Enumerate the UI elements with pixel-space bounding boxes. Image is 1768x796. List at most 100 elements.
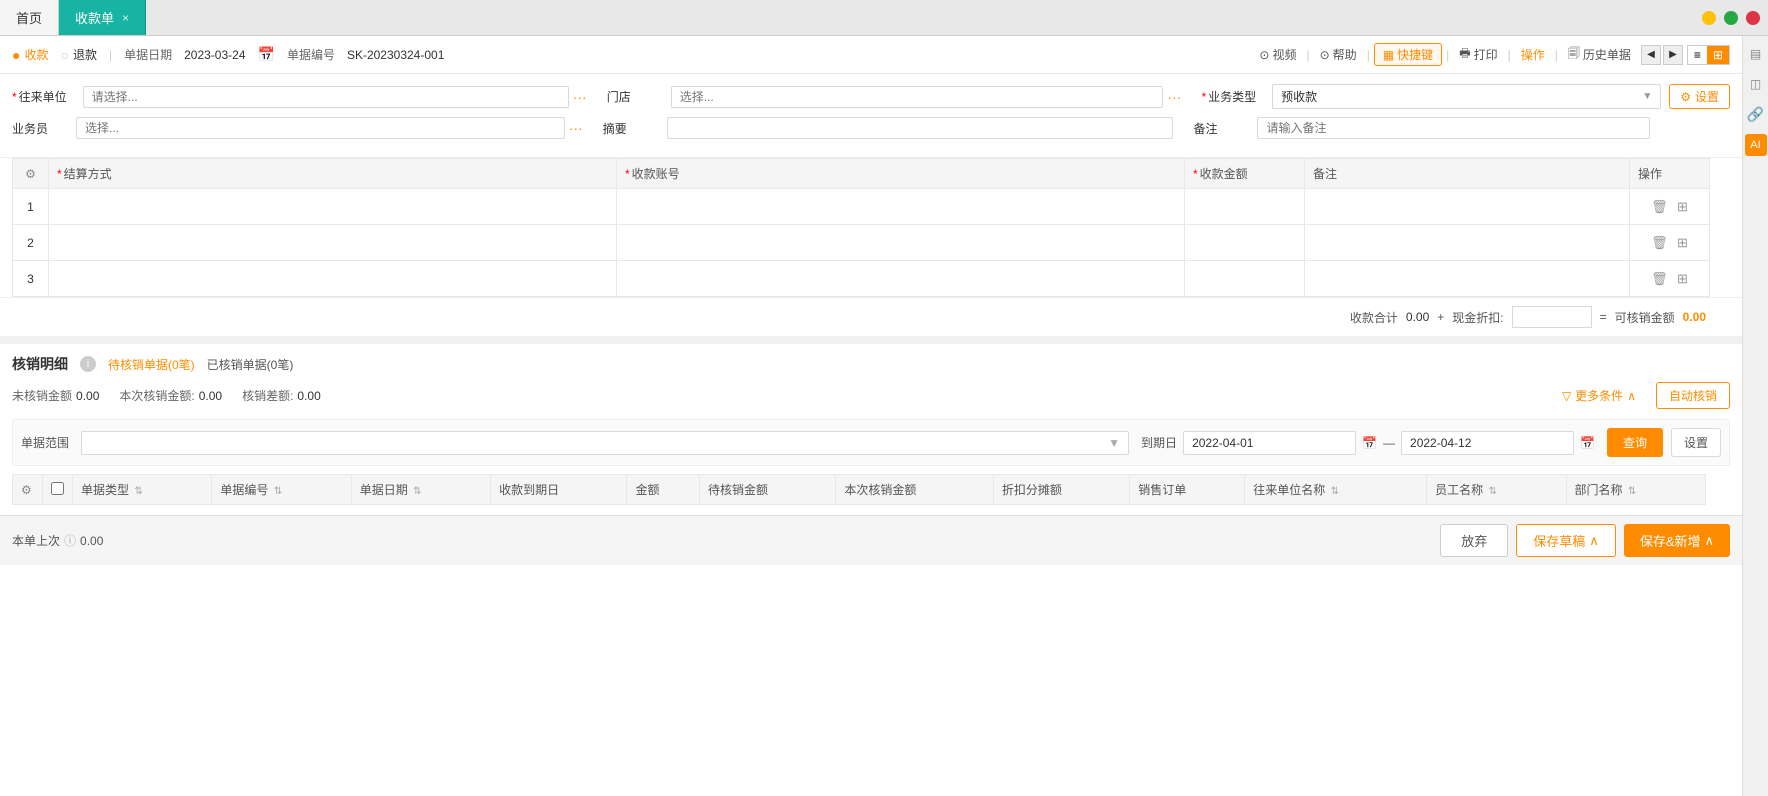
chevron-up-icon: ∧: [1627, 389, 1636, 403]
writeoff-info-icon[interactable]: i: [80, 356, 96, 372]
video-icon: ⊙: [1259, 48, 1269, 62]
store-input[interactable]: [671, 86, 1164, 108]
this-amount-header: 本次核销金额: [836, 475, 994, 505]
row-3-remark[interactable]: [1305, 261, 1630, 297]
row-3-method[interactable]: [49, 261, 617, 297]
row-2-method[interactable]: [49, 225, 617, 261]
row-1-remark[interactable]: [1305, 189, 1630, 225]
gear-icon-bottom[interactable]: ⚙: [21, 483, 32, 497]
method-header: *结算方式: [49, 159, 617, 189]
save-new-dropdown-icon[interactable]: ∧: [1704, 533, 1714, 549]
auto-writeoff-button[interactable]: 自动核销: [1656, 382, 1730, 409]
home-tab-label: 首页: [16, 8, 42, 27]
date-to-input[interactable]: [1401, 431, 1574, 455]
row-3-copy-icon[interactable]: ⊞: [1677, 271, 1688, 286]
more-conditions-button[interactable]: ▽ 更多条件 ∧: [1562, 387, 1636, 404]
table-footer: 收款合计 0.00 + 现金折扣: = 可核销金额 0.00: [0, 297, 1742, 336]
doc-type-sort-icon[interactable]: ⇅: [134, 486, 142, 497]
save-draft-dropdown-icon[interactable]: ∧: [1589, 533, 1599, 549]
grid-view-button[interactable]: ⊞: [1707, 46, 1729, 64]
row-2-remark[interactable]: [1305, 225, 1630, 261]
doc-number-sort-icon[interactable]: ⇅: [274, 486, 282, 497]
tab-close-icon[interactable]: ×: [122, 11, 129, 25]
from-unit-field: * 往来单位 ···: [12, 86, 587, 108]
save-new-button[interactable]: 保存&新增 ∧: [1624, 524, 1730, 557]
tab-active[interactable]: 收款单 ×: [59, 0, 146, 35]
pending-tab[interactable]: 待核销单据(0笔): [108, 356, 195, 373]
row-1-copy-icon[interactable]: ⊞: [1677, 199, 1688, 214]
row-1-delete-icon[interactable]: 🗑: [1651, 199, 1668, 214]
range-field: 单据范围 ▼: [21, 431, 1129, 455]
row-2-amount[interactable]: [1185, 225, 1305, 261]
writeoff-header: 核销明细 i 待核销单据(0笔) 已核销单据(0笔): [12, 354, 1730, 374]
store-more-button[interactable]: ···: [1167, 89, 1181, 105]
active-tab-label: 收款单: [75, 8, 114, 27]
nav-next[interactable]: ▶: [1663, 45, 1683, 65]
nav-prev[interactable]: ◀: [1641, 45, 1661, 65]
this-order-info-icon[interactable]: ⓘ: [64, 532, 76, 549]
salesperson-more-button[interactable]: ···: [569, 120, 583, 136]
row-1-method[interactable]: [49, 189, 617, 225]
remark-input[interactable]: [1257, 117, 1650, 139]
row-3-actions: 🗑 ⊞: [1630, 261, 1710, 297]
row-2-copy-icon[interactable]: ⊞: [1677, 235, 1688, 250]
biz-type-select[interactable]: 预收款 ▼: [1272, 84, 1661, 109]
bottom-info: 本单上次 ⓘ 0.00: [12, 532, 103, 549]
operation-button[interactable]: 操作: [1515, 44, 1551, 65]
help-button[interactable]: ⊙ 帮助: [1314, 44, 1363, 65]
table-gear-header[interactable]: ⚙: [13, 159, 49, 189]
video-button[interactable]: ⊙ 视频: [1253, 44, 1302, 65]
dept-sort-icon[interactable]: ⇅: [1628, 486, 1636, 497]
abandon-button[interactable]: 放弃: [1440, 524, 1508, 557]
sidebar-btn-1[interactable]: ▤: [1746, 44, 1766, 64]
from-unit-more-button[interactable]: ···: [573, 89, 587, 105]
window-close-button[interactable]: [1746, 11, 1760, 25]
receipt-radio[interactable]: ● 收款: [12, 46, 48, 63]
row-3-account[interactable]: [617, 261, 1185, 297]
print-button[interactable]: 🖶 打印: [1453, 42, 1503, 67]
select-all-checkbox[interactable]: [51, 482, 64, 495]
tab-home[interactable]: 首页: [0, 0, 59, 35]
from-unit-input[interactable]: [83, 86, 569, 108]
settings-button[interactable]: ⚙ 设置: [1669, 84, 1730, 109]
refund-radio[interactable]: ○ 退款: [60, 46, 96, 63]
query-button[interactable]: 查询: [1607, 428, 1663, 457]
salesperson-input[interactable]: [76, 117, 565, 139]
unit-name-sort-icon[interactable]: ⇅: [1331, 486, 1339, 497]
save-draft-button[interactable]: 保存草稿 ∧: [1516, 524, 1616, 557]
discount-input[interactable]: [1512, 306, 1592, 328]
filter-settings-button[interactable]: 设置: [1671, 428, 1721, 457]
date-from-input[interactable]: [1183, 431, 1356, 455]
sidebar-btn-2[interactable]: ◫: [1746, 74, 1766, 94]
unit-name-header: 往来单位名称 ⇅: [1245, 475, 1427, 505]
shortcut-button[interactable]: ▦ 快捷键: [1374, 43, 1442, 66]
row-3-amount[interactable]: [1185, 261, 1305, 297]
diff-item: 核销差额: 0.00: [242, 387, 321, 404]
window-maximize-button[interactable]: [1724, 11, 1738, 25]
calendar-icon[interactable]: 📅: [258, 46, 275, 63]
store-field: 门店 ···: [607, 86, 1182, 108]
sidebar-btn-4[interactable]: AI: [1745, 134, 1767, 156]
toolbar-right: ⊙ 视频 | ⊙ 帮助 | ▦ 快捷键 | 🖶 打印 |: [1253, 42, 1730, 67]
row-2-account[interactable]: [617, 225, 1185, 261]
date-to-icon[interactable]: 📅: [1580, 436, 1595, 450]
row-1-amount[interactable]: [1185, 189, 1305, 225]
biz-type-dropdown-icon: ▼: [1642, 91, 1652, 102]
window-minimize-button[interactable]: [1702, 11, 1716, 25]
list-view-button[interactable]: ≡: [1688, 46, 1707, 64]
date-from-icon[interactable]: 📅: [1362, 436, 1377, 450]
row-1-account[interactable]: [617, 189, 1185, 225]
completed-tab[interactable]: 已核销单据(0笔): [207, 356, 294, 373]
form-row-2: 业务员 ··· 摘要 备注: [12, 117, 1730, 139]
row-2-delete-icon[interactable]: 🗑: [1651, 235, 1668, 250]
account-header: *收款账号: [617, 159, 1185, 189]
help-icon: ⊙: [1320, 48, 1330, 62]
row-3-delete-icon[interactable]: 🗑: [1651, 271, 1668, 286]
doc-date-sort-icon[interactable]: ⇅: [413, 486, 421, 497]
history-button[interactable]: 🗐 历史单据: [1562, 42, 1637, 67]
sidebar-btn-3[interactable]: 🔗: [1746, 104, 1766, 124]
this-order-label: 本单上次: [12, 532, 60, 549]
employee-sort-icon[interactable]: ⇅: [1489, 486, 1497, 497]
range-select[interactable]: ▼: [81, 431, 1129, 455]
summary-input[interactable]: [667, 117, 1174, 139]
